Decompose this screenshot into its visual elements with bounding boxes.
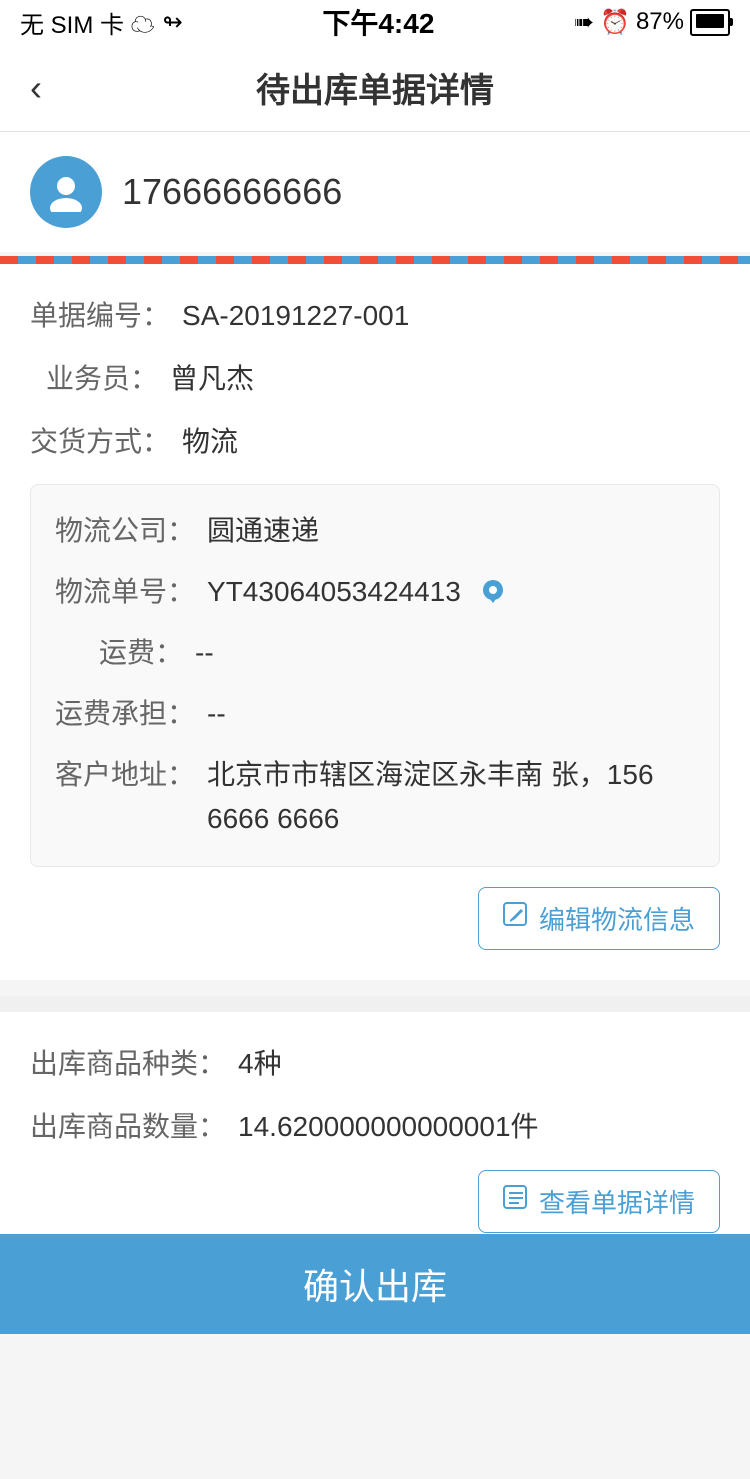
- tracking-number: YT43064053424413: [207, 570, 461, 615]
- edit-logistics-button[interactable]: 编辑物流信息: [478, 887, 720, 950]
- basic-info-section: 单据编号： SA-20191227-001 业务员： 曾凡杰 交货方式： 物流 …: [0, 264, 750, 980]
- nav-bar: ‹ 待出库单据详情: [0, 44, 750, 132]
- tracking-value: YT43064053424413: [207, 570, 695, 615]
- address-row: 客户地址： 北京市市辖区海淀区永丰南 张，156 6666 6666: [55, 753, 695, 843]
- freight-value: --: [195, 631, 695, 676]
- confirm-label: 确认出库: [303, 1258, 447, 1310]
- goods-quantity-value: 14.620000000000001件: [238, 1105, 720, 1150]
- map-pin-icon[interactable]: [475, 575, 511, 611]
- doc-no-row: 单据编号： SA-20191227-001: [30, 294, 720, 339]
- doc-no-label: 单据编号：: [30, 294, 182, 339]
- freight-bearer-row: 运费承担： --: [55, 692, 695, 737]
- customer-header: 17666666666: [0, 132, 750, 252]
- goods-quantity-label: 出库商品数量：: [30, 1105, 238, 1150]
- doc-no-value: SA-20191227-001: [182, 294, 720, 339]
- section-separator: [0, 996, 750, 1012]
- freight-bearer-value: --: [207, 692, 695, 737]
- address-value: 北京市市辖区海淀区永丰南 张，156 6666 6666: [207, 753, 695, 843]
- goods-quantity-row: 出库商品数量： 14.620000000000001件: [30, 1105, 720, 1150]
- delivery-row: 交货方式： 物流: [30, 420, 720, 465]
- view-detail-label: 查看单据详情: [539, 1183, 695, 1220]
- delivery-value: 物流: [182, 420, 720, 465]
- edit-icon: [503, 902, 529, 935]
- page-title: 待出库单据详情: [256, 63, 494, 112]
- tracking-row: 物流单号： YT43064053424413: [55, 570, 695, 615]
- user-icon: [46, 172, 86, 212]
- edit-btn-container: 编辑物流信息: [30, 887, 720, 950]
- dashed-divider: [0, 256, 750, 264]
- staff-label: 业务员：: [30, 357, 170, 402]
- goods-type-value: 4种: [238, 1042, 720, 1087]
- goods-type-label: 出库商品种类：: [30, 1042, 238, 1087]
- view-detail-btn-container: 查看单据详情: [30, 1170, 720, 1233]
- company-label: 物流公司：: [55, 509, 207, 554]
- company-row: 物流公司： 圆通速递: [55, 509, 695, 554]
- pencil-icon: [503, 902, 529, 928]
- staff-value: 曾凡杰: [170, 357, 720, 402]
- freight-label: 运费：: [55, 631, 195, 676]
- confirm-bar[interactable]: 确认出库: [0, 1234, 750, 1334]
- goods-type-row: 出库商品种类： 4种: [30, 1042, 720, 1087]
- view-detail-button[interactable]: 查看单据详情: [478, 1170, 720, 1233]
- company-value: 圆通速递: [207, 509, 695, 554]
- status-time: 下午4:42: [322, 2, 434, 42]
- sim-status: 无 SIM 卡 ☁: [20, 5, 155, 40]
- delivery-label: 交货方式：: [30, 420, 182, 465]
- alarm-icon: ⏰: [600, 8, 630, 37]
- tracking-label: 物流单号：: [55, 570, 207, 615]
- address-label: 客户地址：: [55, 753, 207, 798]
- back-button[interactable]: ‹: [30, 70, 42, 106]
- staff-row: 业务员： 曾凡杰: [30, 357, 720, 402]
- document-list-icon: [503, 1185, 529, 1211]
- customer-phone: 17666666666: [122, 171, 342, 213]
- battery-text: 87%: [636, 8, 684, 36]
- edit-logistics-label: 编辑物流信息: [539, 900, 695, 937]
- battery-icon: [690, 9, 730, 36]
- freight-row: 运费： --: [55, 631, 695, 676]
- status-right: ➠ ⏰ 87%: [574, 8, 730, 37]
- avatar: [30, 156, 102, 228]
- list-icon: [503, 1185, 529, 1218]
- status-bar: 无 SIM 卡 ☁ ↬ 下午4:42 ➠ ⏰ 87%: [0, 0, 750, 44]
- location-icon: ➠: [574, 8, 594, 37]
- wifi-icon: ↬: [163, 8, 183, 37]
- status-left: 无 SIM 卡 ☁ ↬: [20, 5, 183, 40]
- goods-section: 出库商品种类： 4种 出库商品数量： 14.620000000000001件 查…: [0, 1012, 750, 1263]
- logistics-card: 物流公司： 圆通速递 物流单号： YT43064053424413 运费： --…: [30, 484, 720, 867]
- freight-bearer-label: 运费承担：: [55, 692, 207, 737]
